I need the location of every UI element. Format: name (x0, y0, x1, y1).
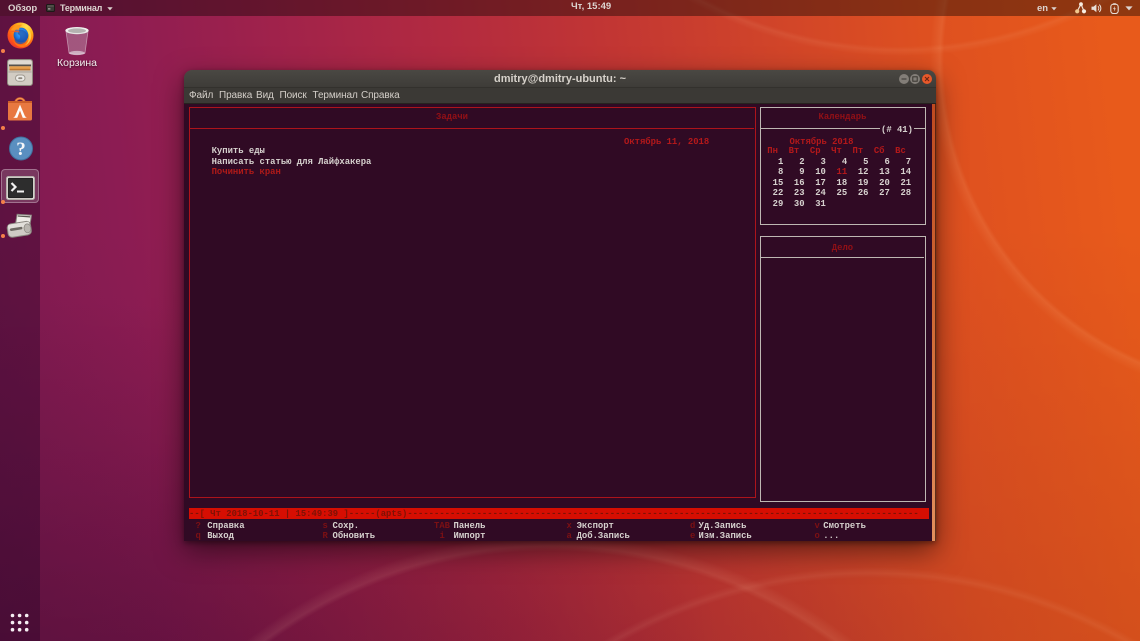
svg-text:?: ? (16, 139, 26, 160)
